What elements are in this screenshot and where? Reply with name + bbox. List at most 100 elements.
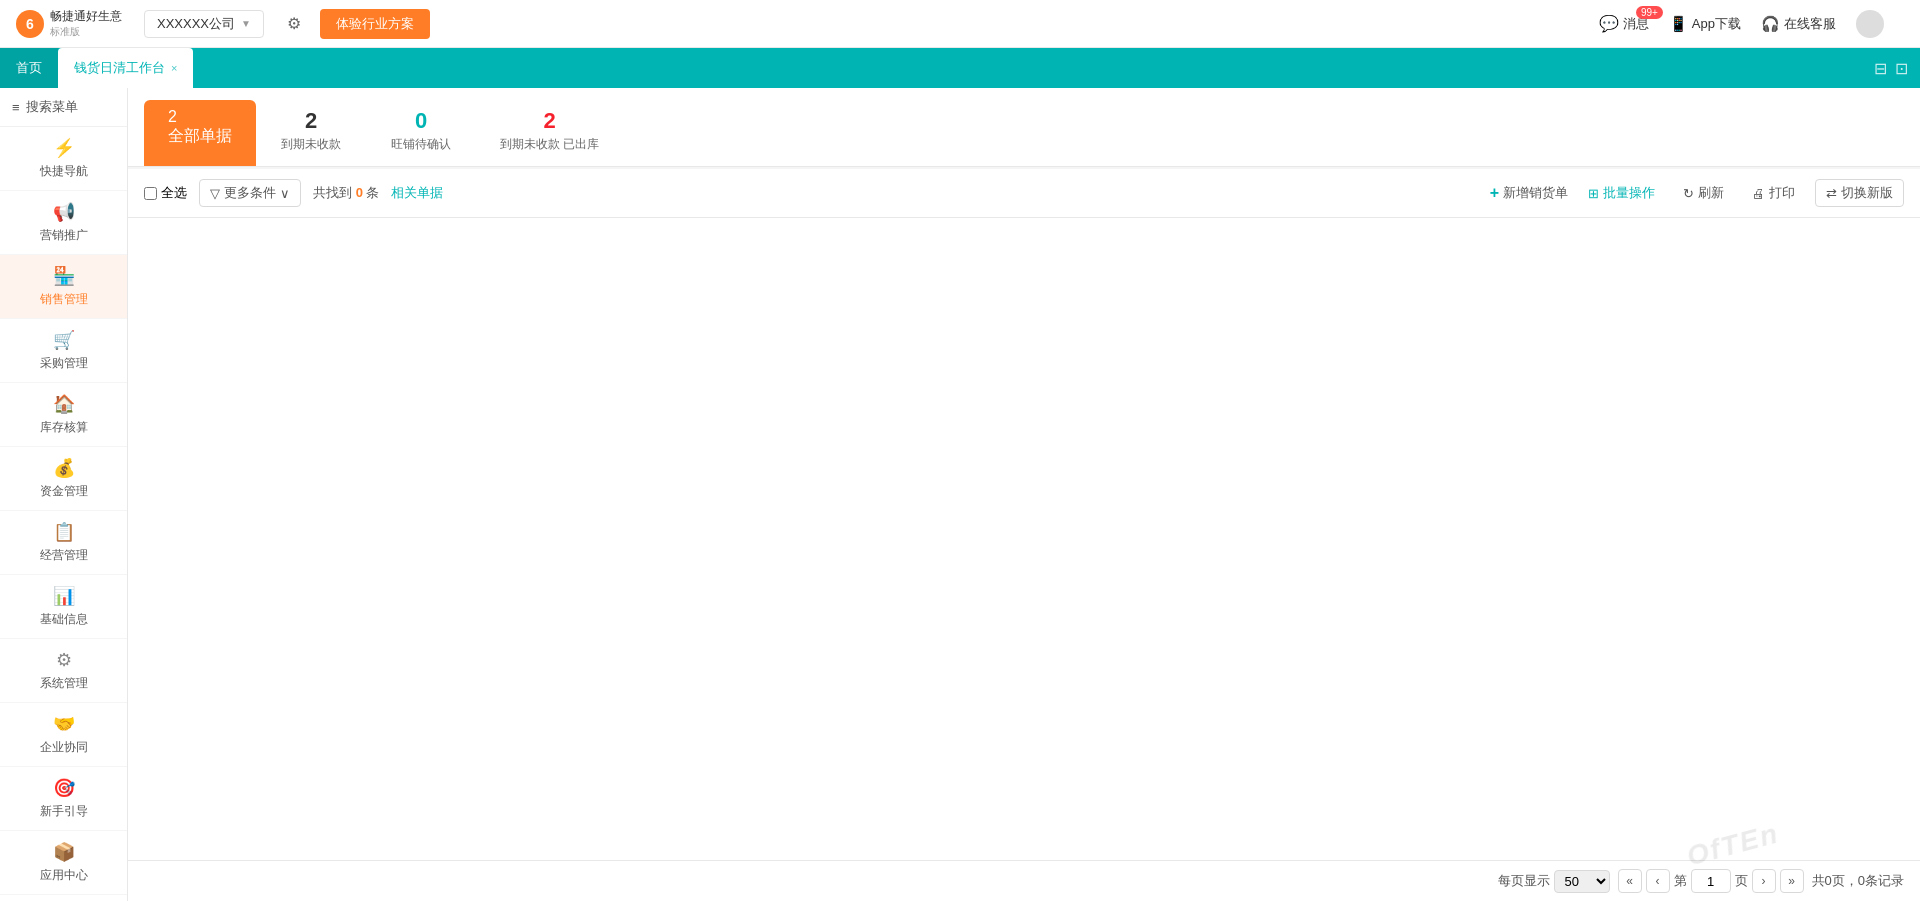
megaphone-icon: 📢 [53, 201, 75, 223]
store-icon: 🏪 [53, 265, 75, 287]
close-tab-icon[interactable]: × [171, 62, 177, 74]
sidebar-search-label: 搜索菜单 [26, 98, 78, 116]
stat-count-all: 2 [168, 108, 232, 126]
main-layout: ≡ 搜索菜单 ⚡ 快捷导航 📢 营销推广 🏪 销售管理 🛒 采购管理 🏠 库存核… [0, 88, 1920, 901]
stat-label-all: 全部单据 [168, 126, 232, 147]
batch-icon: ⊞ [1588, 186, 1599, 201]
online-service-action[interactable]: 🎧 在线客服 [1761, 15, 1836, 33]
box-icon: 📦 [53, 841, 75, 863]
sidebar-item-label: 基础信息 [40, 611, 88, 628]
notification-area[interactable]: 💬 消息 99 [1599, 14, 1649, 33]
stat-count-overdue-shipped: 2 [544, 108, 556, 134]
sidebar-item-label: 采购管理 [40, 355, 88, 372]
sidebar-item-label: 快捷导航 [40, 163, 88, 180]
sidebar-item-enterprise-wechat[interactable]: 💬 企业微信 [0, 895, 127, 901]
stat-label-wangpu: 旺铺待确认 [391, 136, 451, 153]
notification-badge: 99 [1636, 6, 1663, 19]
filter-btn[interactable]: ▽ 更多条件 ∨ [199, 179, 301, 207]
table-area [128, 218, 1920, 860]
first-page-btn[interactable]: « [1618, 869, 1642, 893]
experience-btn[interactable]: 体验行业方案 [320, 9, 430, 39]
stat-count-wangpu: 0 [415, 108, 427, 134]
sidebar-item-label: 应用中心 [40, 867, 88, 884]
sidebar-search[interactable]: ≡ 搜索菜单 [0, 88, 127, 127]
content-area: 2 全部单据 2 到期未收款 0 旺铺待确认 2 到期未收款 已出库 全选 [128, 88, 1920, 901]
page-nav: « ‹ 第 页 › » [1618, 869, 1804, 893]
sidebar-item-beginner[interactable]: 🎯 新手引导 [0, 767, 127, 831]
switch-version-btn[interactable]: ⇄ 切换新版 [1815, 179, 1904, 207]
tab-qianhuorichingworkbench[interactable]: 钱货日清工作台 × [58, 48, 193, 88]
header-right: 💬 消息 99 📱 App下载 🎧 在线客服 [1599, 10, 1904, 38]
headset-icon: 🎧 [1761, 15, 1780, 33]
sidebar-item-purchase[interactable]: 🛒 采购管理 [0, 319, 127, 383]
download-icon: 📱 [1669, 15, 1688, 33]
target-icon: 🎯 [53, 777, 75, 799]
refresh-icon: ↻ [1683, 186, 1694, 201]
total-info: 共0页，0条记录 [1812, 872, 1904, 890]
stat-tab-overdue-shipped[interactable]: 2 到期未收款 已出库 [476, 100, 623, 166]
chevron-down-icon: ∨ [280, 186, 290, 201]
header-center: ⚙ 体验行业方案 [280, 9, 1599, 39]
page-size-dropdown[interactable]: 50 10 20 100 [1554, 870, 1610, 893]
next-page-btn[interactable]: › [1752, 869, 1776, 893]
related-link[interactable]: 相关单据 [391, 184, 443, 202]
tab-home[interactable]: 首页 [0, 48, 58, 88]
sidebar-item-basic-info[interactable]: 📊 基础信息 [0, 575, 127, 639]
cart-icon: 🛒 [53, 329, 75, 351]
sidebar-item-marketing[interactable]: 📢 营销推广 [0, 191, 127, 255]
sidebar-item-label: 企业协同 [40, 739, 88, 756]
prev-page-btn[interactable]: ‹ [1646, 869, 1670, 893]
sidebar-item-label: 库存核算 [40, 419, 88, 436]
settings-icon[interactable]: ⚙ [280, 10, 308, 38]
gear-icon: ⚙ [56, 649, 72, 671]
app-logo-text: 畅捷通好生意 标准版 [50, 9, 122, 38]
search-icon: ≡ [12, 100, 20, 115]
top-header: 6 畅捷通好生意 标准版 XXXXXX公司 ▼ ⚙ 体验行业方案 💬 消息 99… [0, 0, 1920, 48]
page-input[interactable] [1691, 869, 1731, 893]
lightning-icon: ⚡ [53, 137, 75, 159]
page-size-select: 每页显示 50 10 20 100 [1498, 870, 1610, 893]
company-selector[interactable]: XXXXXX公司 ▼ [144, 10, 264, 38]
found-text: 共找到 0 条 [313, 184, 379, 202]
print-icon: 🖨 [1752, 186, 1765, 201]
stat-tab-wangpu[interactable]: 0 旺铺待确认 [366, 100, 476, 166]
batch-operation-btn[interactable]: ⊞ 批量操作 [1580, 180, 1663, 206]
sidebar-item-label: 资金管理 [40, 483, 88, 500]
app-download-action[interactable]: 📱 App下载 [1669, 15, 1741, 33]
sidebar-item-label: 系统管理 [40, 675, 88, 692]
house-icon: 🏠 [53, 393, 75, 415]
sidebar-item-app-center[interactable]: 📦 应用中心 [0, 831, 127, 895]
grid-icon: 📊 [53, 585, 75, 607]
money-icon: 💰 [53, 457, 75, 479]
sidebar-item-quick-nav[interactable]: ⚡ 快捷导航 [0, 127, 127, 191]
filter-icon: ▽ [210, 186, 220, 201]
refresh-btn[interactable]: ↻ 刷新 [1675, 180, 1732, 206]
sidebar-item-system[interactable]: ⚙ 系统管理 [0, 639, 127, 703]
company-name: XXXXXX公司 [157, 15, 235, 33]
sidebar-item-inventory[interactable]: 🏠 库存核算 [0, 383, 127, 447]
sidebar-item-label: 营销推广 [40, 227, 88, 244]
select-all-checkbox[interactable] [144, 187, 157, 200]
select-all-label[interactable]: 全选 [144, 184, 187, 202]
last-page-btn[interactable]: » [1780, 869, 1804, 893]
sidebar-item-operations[interactable]: 📋 经营管理 [0, 511, 127, 575]
stat-count-overdue: 2 [305, 108, 317, 134]
minimize-btn[interactable]: ⊟ [1874, 59, 1887, 78]
sidebar-item-label: 销售管理 [40, 291, 88, 308]
di-label: 第 [1674, 872, 1687, 890]
app-download-label: App下载 [1692, 15, 1741, 33]
maximize-btn[interactable]: ⊡ [1895, 59, 1908, 78]
sidebar-item-label: 新手引导 [40, 803, 88, 820]
sidebar-item-finance[interactable]: 💰 资金管理 [0, 447, 127, 511]
page-label: 页 [1735, 872, 1748, 890]
logo-area: 6 畅捷通好生意 标准版 [16, 9, 144, 38]
add-sales-order-btn[interactable]: + 新增销货单 [1490, 184, 1568, 202]
sidebar-item-enterprise-collab[interactable]: 🤝 企业协同 [0, 703, 127, 767]
select-all-text: 全选 [161, 184, 187, 202]
stat-tab-overdue[interactable]: 2 到期未收款 [256, 100, 366, 166]
sidebar-item-sales[interactable]: 🏪 销售管理 [0, 255, 127, 319]
stat-tab-all[interactable]: 2 全部单据 [144, 100, 256, 166]
handshake-icon: 🤝 [53, 713, 75, 735]
avatar[interactable] [1856, 10, 1884, 38]
print-btn[interactable]: 🖨 打印 [1744, 180, 1803, 206]
